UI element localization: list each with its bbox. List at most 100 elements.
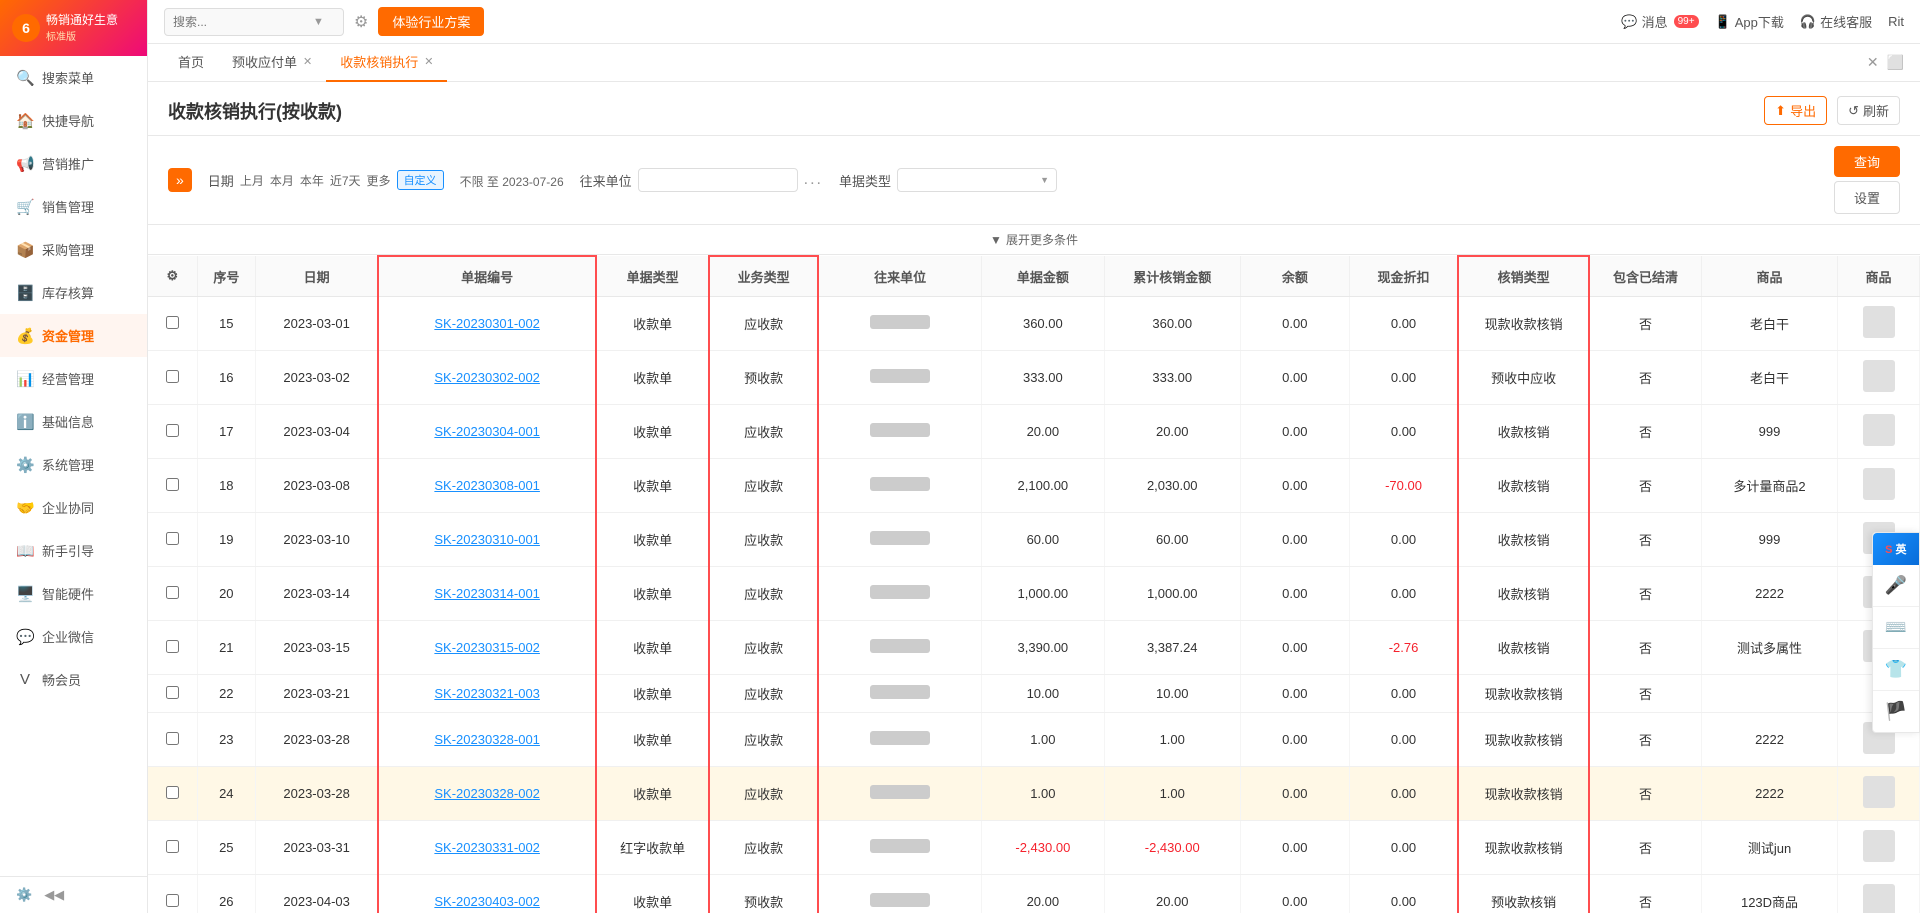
td-checkbox[interactable] bbox=[148, 297, 197, 351]
order-no-link[interactable]: SK-20230328-001 bbox=[434, 732, 540, 747]
td-order-no: SK-20230321-003 bbox=[378, 675, 596, 713]
td-checkbox[interactable] bbox=[148, 767, 197, 821]
topbar-online-service-action[interactable]: 🎧 在线客服 bbox=[1800, 12, 1872, 31]
sidebar-item-corp-collab[interactable]: 🤝 企业协同 bbox=[0, 486, 147, 529]
row-checkbox[interactable] bbox=[166, 370, 179, 383]
topbar-gear-icon[interactable]: ⚙ bbox=[354, 12, 368, 32]
td-goods-img bbox=[1838, 459, 1920, 513]
table-row: 21 2023-03-15 SK-20230315-002 收款单 应收款 3,… bbox=[148, 621, 1920, 675]
sidebar-item-corp-wechat[interactable]: 💬 企业微信 bbox=[0, 615, 147, 658]
td-seq: 20 bbox=[197, 567, 256, 621]
row-checkbox[interactable] bbox=[166, 894, 179, 907]
td-biz-type: 应收款 bbox=[709, 767, 818, 821]
td-biz-type: 应收款 bbox=[709, 459, 818, 513]
receipt-type-select[interactable] bbox=[897, 168, 1057, 192]
sidebar-item-guide[interactable]: 📖 新手引导 bbox=[0, 529, 147, 572]
td-discount: -70.00 bbox=[1349, 459, 1458, 513]
row-checkbox[interactable] bbox=[166, 840, 179, 853]
td-checkbox[interactable] bbox=[148, 621, 197, 675]
sidebar-logo: 6 畅销通好生意 标准版 bbox=[0, 0, 147, 56]
sidebar-item-sales[interactable]: 🛒 销售管理 bbox=[0, 185, 147, 228]
topbar-app-download-action[interactable]: 📱 App下载 bbox=[1715, 12, 1784, 31]
solution-button[interactable]: 体验行业方案 bbox=[378, 7, 484, 36]
sidebar-item-basic-info[interactable]: ℹ️ 基础信息 bbox=[0, 400, 147, 443]
td-checkbox[interactable] bbox=[148, 713, 197, 767]
sidebar-item-member[interactable]: V 畅会员 bbox=[0, 658, 147, 701]
row-checkbox[interactable] bbox=[166, 640, 179, 653]
floating-mic-icon[interactable]: 🎤 bbox=[1873, 565, 1919, 607]
date-link-this-month[interactable]: 本月 bbox=[270, 172, 294, 189]
expand-more-button[interactable]: ▼ 展开更多条件 bbox=[990, 231, 1078, 248]
row-checkbox[interactable] bbox=[166, 586, 179, 599]
order-no-link[interactable]: SK-20230310-001 bbox=[434, 532, 540, 547]
td-total-write: 3,387.24 bbox=[1104, 621, 1240, 675]
order-no-link[interactable]: SK-20230301-002 bbox=[434, 316, 540, 331]
td-checkbox[interactable] bbox=[148, 459, 197, 513]
sidebar-item-search-menu[interactable]: 🔍 搜索菜单 bbox=[0, 56, 147, 99]
row-checkbox[interactable] bbox=[166, 686, 179, 699]
export-button[interactable]: ⬆ 导出 bbox=[1764, 96, 1827, 125]
collect-execute-tab-close-icon[interactable]: ✕ bbox=[424, 55, 433, 68]
sidebar-item-quick-nav[interactable]: 🏠 快捷导航 bbox=[0, 99, 147, 142]
tab-collect-execute[interactable]: 收款核销执行 ✕ bbox=[326, 44, 447, 82]
filter-custom-date-button[interactable]: 自定义 bbox=[397, 170, 444, 190]
row-checkbox[interactable] bbox=[166, 532, 179, 545]
date-link-last-month[interactable]: 上月 bbox=[240, 172, 264, 189]
order-no-link[interactable]: SK-20230403-002 bbox=[434, 894, 540, 909]
row-checkbox[interactable] bbox=[166, 786, 179, 799]
sidebar-item-purchase[interactable]: 📦 采购管理 bbox=[0, 228, 147, 271]
topbar-search-dropdown-icon[interactable]: ▼ bbox=[313, 16, 324, 28]
sidebar-item-finance[interactable]: 💰 资金管理 bbox=[0, 314, 147, 357]
order-no-link[interactable]: SK-20230328-002 bbox=[434, 786, 540, 801]
pre-collect-tab-close-icon[interactable]: ✕ bbox=[303, 55, 312, 68]
row-checkbox[interactable] bbox=[166, 424, 179, 437]
row-checkbox[interactable] bbox=[166, 732, 179, 745]
order-no-link[interactable]: SK-20230302-002 bbox=[434, 370, 540, 385]
refresh-button[interactable]: ↺ 刷新 bbox=[1837, 96, 1900, 125]
td-checkbox[interactable] bbox=[148, 405, 197, 459]
td-checkbox[interactable] bbox=[148, 351, 197, 405]
order-no-link[interactable]: SK-20230314-001 bbox=[434, 586, 540, 601]
maximize-window-icon[interactable]: ⬜ bbox=[1887, 54, 1904, 71]
topbar-search-input[interactable] bbox=[173, 15, 313, 29]
order-no-link[interactable]: SK-20230304-001 bbox=[434, 424, 540, 439]
sidebar-item-inventory[interactable]: 🗄️ 库存核算 bbox=[0, 271, 147, 314]
td-checkbox[interactable] bbox=[148, 875, 197, 913]
td-goods-img bbox=[1838, 767, 1920, 821]
td-bill-type: 收款单 bbox=[596, 767, 709, 821]
date-link-more[interactable]: 更多 bbox=[367, 172, 391, 189]
order-no-link[interactable]: SK-20230308-001 bbox=[434, 478, 540, 493]
td-checkbox[interactable] bbox=[148, 567, 197, 621]
query-button[interactable]: 查询 bbox=[1834, 146, 1900, 177]
date-link-7days[interactable]: 近7天 bbox=[330, 172, 361, 189]
td-checkbox[interactable] bbox=[148, 675, 197, 713]
close-window-icon[interactable]: ✕ bbox=[1867, 54, 1879, 71]
floating-shirt-icon[interactable]: 👕 bbox=[1873, 649, 1919, 691]
order-no-link[interactable]: SK-20230321-003 bbox=[434, 686, 540, 701]
floating-keyboard-icon[interactable]: ⌨️ bbox=[1873, 607, 1919, 649]
floating-flag-icon[interactable]: 🏴 bbox=[1873, 691, 1919, 732]
filter-expand-button[interactable]: » bbox=[168, 168, 192, 192]
row-checkbox[interactable] bbox=[166, 316, 179, 329]
order-no-link[interactable]: SK-20230315-002 bbox=[434, 640, 540, 655]
tab-pre-collect[interactable]: 预收应付单 ✕ bbox=[218, 44, 326, 82]
settings-bottom-icon[interactable]: ⚙️ bbox=[16, 887, 32, 903]
sidebar-item-system[interactable]: ⚙️ 系统管理 bbox=[0, 443, 147, 486]
date-link-this-year[interactable]: 本年 bbox=[300, 172, 324, 189]
th-settings[interactable]: ⚙ bbox=[148, 256, 197, 297]
td-checkbox[interactable] bbox=[148, 821, 197, 875]
partner-filter-input[interactable] bbox=[638, 168, 798, 192]
sidebar-item-smart-hw[interactable]: 🖥️ 智能硬件 bbox=[0, 572, 147, 615]
sidebar-item-marketing[interactable]: 📢 营销推广 bbox=[0, 142, 147, 185]
tab-home[interactable]: 首页 bbox=[164, 44, 218, 82]
collapse-icon[interactable]: ◀◀ bbox=[44, 887, 64, 903]
topbar-message-action[interactable]: 💬 消息 99+ bbox=[1621, 12, 1698, 31]
order-no-link[interactable]: SK-20230331-002 bbox=[434, 840, 540, 855]
sidebar-item-operations[interactable]: 📊 经营管理 bbox=[0, 357, 147, 400]
td-write-type: 现款收款核销 bbox=[1458, 767, 1589, 821]
td-checkbox[interactable] bbox=[148, 513, 197, 567]
search-icon: 🔍 bbox=[16, 69, 34, 87]
row-checkbox[interactable] bbox=[166, 478, 179, 491]
td-order-no: SK-20230315-002 bbox=[378, 621, 596, 675]
filter-setting-button[interactable]: 设置 bbox=[1834, 181, 1900, 214]
